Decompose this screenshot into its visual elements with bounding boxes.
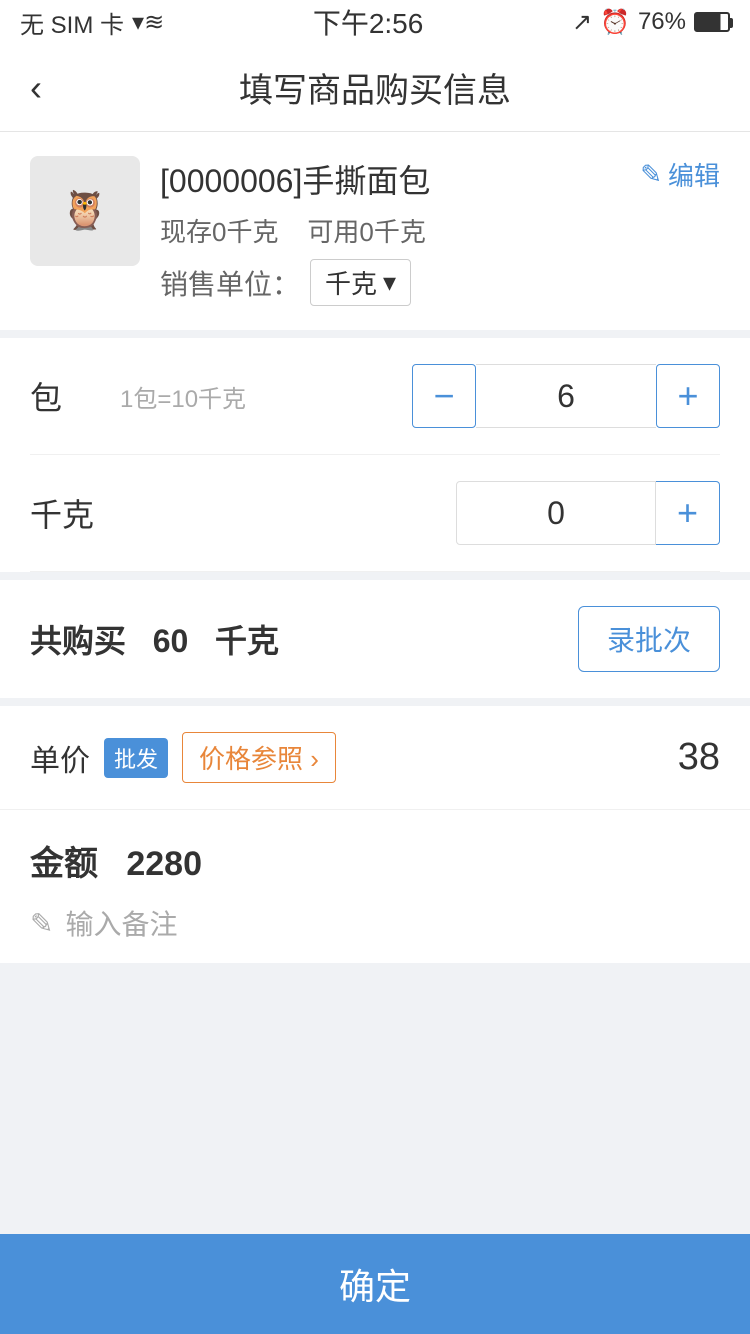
status-bar: 无 SIM 卡 ▾≋ 下午2:56 ↗ ⏰ 76% [0, 0, 750, 44]
package-quantity-control: − + [412, 364, 720, 428]
confirm-button-text: 确定 [339, 1258, 411, 1310]
unit-value: 千克 [325, 264, 377, 301]
page-title: 填写商品购买信息 [239, 63, 511, 112]
available-text: 可用0千克 [307, 217, 425, 247]
price-label: 单价 [30, 736, 90, 780]
package-input[interactable] [476, 364, 656, 428]
status-time: 下午2:56 [313, 2, 424, 42]
note-icon: ✎ [30, 907, 53, 940]
kilo-label: 千克 [30, 490, 110, 536]
price-ref-button[interactable]: 价格参照 › [182, 732, 336, 783]
package-row: 包 1包=10千克 − + [30, 338, 720, 455]
edit-label: 编辑 [668, 156, 720, 193]
location-icon: ↗ [572, 8, 592, 37]
kilo-plus-button[interactable]: + [656, 481, 720, 545]
kilo-quantity-control: + [456, 481, 720, 545]
battery-icon [694, 12, 730, 32]
edit-icon: ✎ [640, 159, 662, 190]
note-label: 输入备注 [65, 903, 177, 943]
kilo-row: 千克 + [30, 455, 720, 572]
kilo-input[interactable] [456, 481, 656, 545]
summary-amount: 60 [153, 623, 189, 659]
product-card: 🦉 [0000006]手撕面包 ✎ 编辑 现存0千克 可用0千克 销售单位： 千… [0, 132, 750, 338]
unit-select[interactable]: 千克 ▾ [310, 259, 411, 306]
package-section: 包 1包=10千克 − + 千克 + [0, 338, 750, 572]
amount-row: 金额 2280 [30, 836, 720, 885]
confirm-bar[interactable]: 确定 [0, 1234, 750, 1334]
product-info: [0000006]手撕面包 ✎ 编辑 现存0千克 可用0千克 销售单位： 千克 … [160, 156, 720, 306]
wifi-icon: ▾≋ [132, 8, 164, 37]
carrier-text: 无 SIM 卡 [20, 5, 124, 40]
product-top-row: [0000006]手撕面包 ✎ 编辑 [160, 156, 720, 212]
product-name: [0000006]手撕面包 [160, 156, 430, 202]
product-image: 🦉 [30, 156, 140, 266]
product-logo: 🦉 [61, 189, 108, 233]
product-unit-row: 销售单位： 千克 ▾ [160, 259, 720, 306]
package-minus-button[interactable]: − [412, 364, 476, 428]
price-tag: 批发 [104, 738, 168, 778]
edit-button[interactable]: ✎ 编辑 [640, 156, 720, 193]
unit-label: 销售单位： [160, 263, 300, 303]
battery-percent: 76% [638, 8, 686, 36]
summary-label: 共购买 [30, 623, 126, 659]
chevron-down-icon: ▾ [383, 267, 396, 298]
summary-text: 共购买 60 千克 [30, 616, 279, 662]
amount-value: 2280 [126, 845, 202, 883]
price-section: 单价 批发 价格参照 › 38 [0, 706, 750, 810]
batch-button[interactable]: 录批次 [578, 606, 720, 672]
nav-bar: ‹ 填写商品购买信息 [0, 44, 750, 132]
summary-unit: 千克 [215, 623, 279, 659]
amount-section: 金额 2280 ✎ 输入备注 [0, 810, 750, 963]
price-value: 38 [678, 736, 720, 779]
status-right: ↗ ⏰ 76% [572, 8, 730, 37]
summary-section: 共购买 60 千克 录批次 [0, 572, 750, 706]
note-row[interactable]: ✎ 输入备注 [30, 903, 720, 943]
status-left: 无 SIM 卡 ▾≋ [20, 5, 164, 40]
package-plus-button[interactable]: + [656, 364, 720, 428]
amount-label: 金额 [30, 845, 98, 883]
package-label: 包 [30, 373, 110, 419]
product-stock: 现存0千克 可用0千克 [160, 212, 720, 249]
stock-text: 现存0千克 [160, 217, 278, 247]
alarm-icon: ⏰ [600, 8, 630, 37]
package-hint: 1包=10千克 [120, 379, 412, 414]
back-button[interactable]: ‹ [30, 67, 90, 109]
